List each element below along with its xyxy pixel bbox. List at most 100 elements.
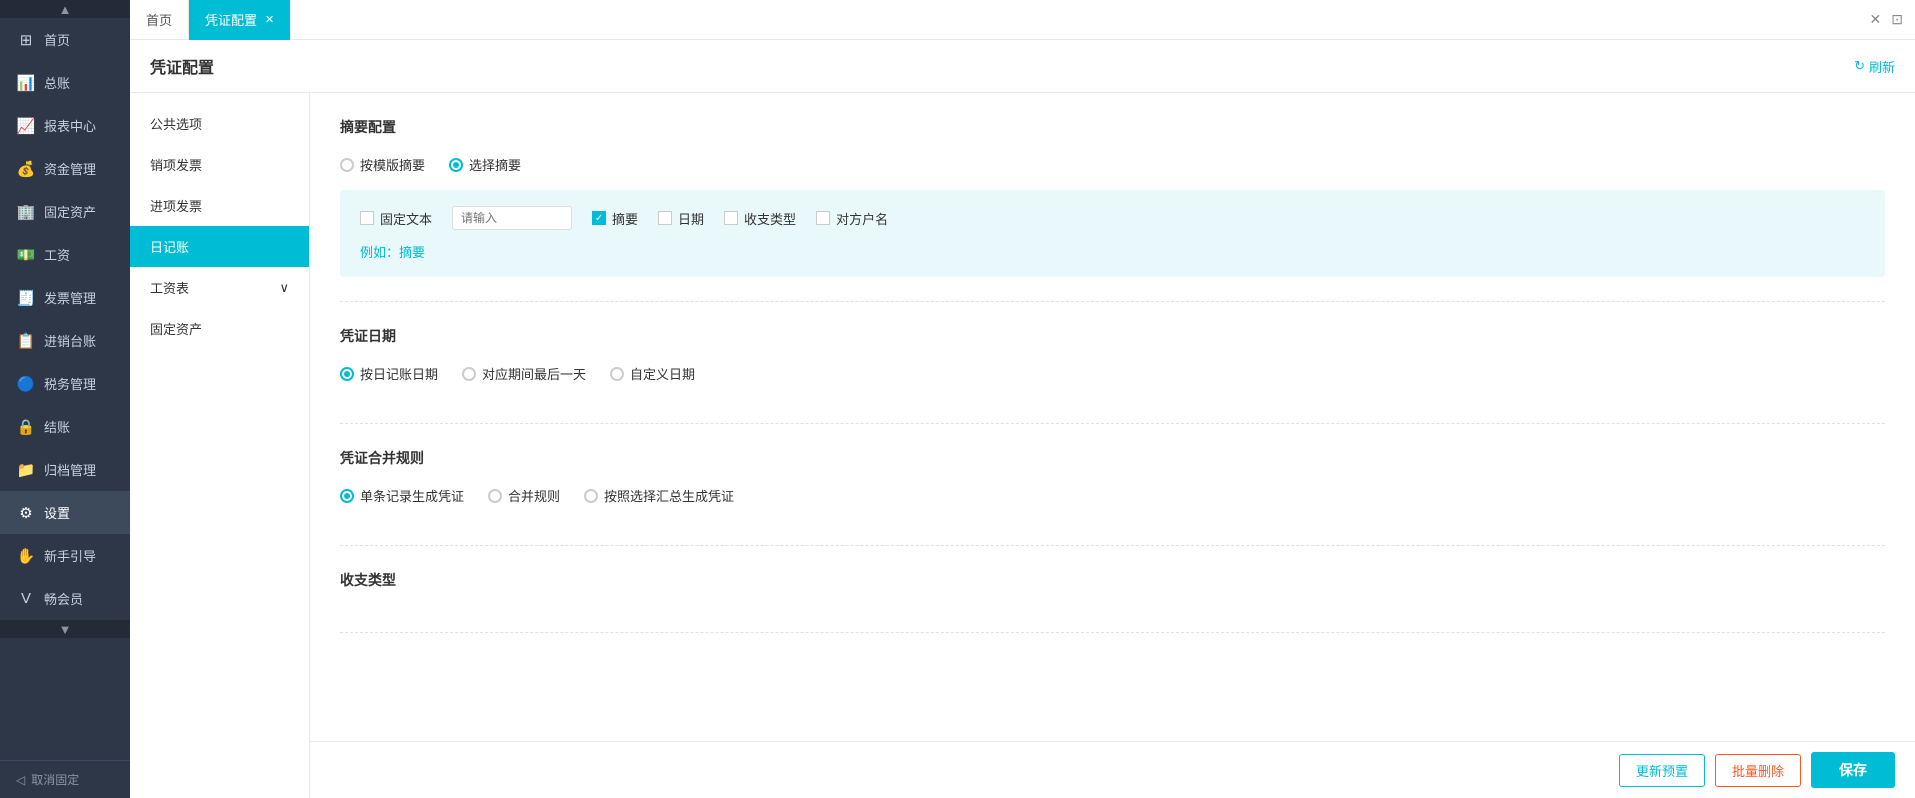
merge-radio-single[interactable]: 单条记录生成凭证 <box>340 486 464 505</box>
abstract-section-title: 摘要配置 <box>340 117 1885 137</box>
member-icon: V <box>16 590 36 607</box>
checkbox-income-type[interactable]: 收支类型 <box>724 209 796 228</box>
finance-icon: 💰 <box>16 160 36 178</box>
tab-home[interactable]: 首页 <box>130 0 189 40</box>
purchase-sales-icon: 📋 <box>16 332 36 350</box>
merge-radio-merge-rule[interactable]: 合并规则 <box>488 486 560 505</box>
abstract-radio-select[interactable]: 选择摘要 <box>449 155 521 174</box>
sidebar-item-member[interactable]: V 畅会员 <box>0 577 130 620</box>
sidebar-item-finance[interactable]: 💰 资金管理 <box>0 147 130 190</box>
sidebar-scroll-up[interactable]: ▲ <box>0 0 130 18</box>
batch-delete-button[interactable]: 批量删除 <box>1715 754 1801 787</box>
sidebar-item-invoice-mgmt[interactable]: 🧾 发票管理 <box>0 276 130 319</box>
left-nav-public[interactable]: 公共选项 <box>130 103 309 144</box>
sidebar-item-guide[interactable]: ✋ 新手引导 <box>0 534 130 577</box>
checkbox-counterpart[interactable]: 对方户名 <box>816 209 888 228</box>
counterpart-checkbox <box>816 211 830 225</box>
sidebar: ▲ ⊞ 首页 📊 总账 📈 报表中心 💰 资金管理 🏢 固定资产 💵 工资 🧾 … <box>0 0 130 798</box>
bottom-bar: 更新预置 批量删除 保存 <box>310 741 1915 798</box>
sidebar-item-tax[interactable]: 🔵 税务管理 <box>0 362 130 405</box>
page-title: 凭证配置 <box>150 54 214 78</box>
period-last-radio-circle <box>462 367 476 381</box>
close-accounts-icon: 🔒 <box>16 418 36 436</box>
update-preview-button[interactable]: 更新预置 <box>1619 754 1705 787</box>
tab-close-icon[interactable]: ✕ <box>265 13 274 26</box>
left-nav-sales-invoice[interactable]: 销项发票 <box>130 144 309 185</box>
sidebar-item-settings[interactable]: ⚙ 设置 <box>0 491 130 534</box>
checkbox-area: 固定文本 ✓ 摘要 日期 <box>340 190 1885 277</box>
abstract-radio-group: 按模版摘要 选择摘要 <box>340 155 1885 174</box>
fixed-text-checkbox <box>360 211 374 225</box>
refresh-icon: ↻ <box>1854 58 1865 74</box>
date-checkbox <box>658 211 672 225</box>
archive-icon: 📁 <box>16 461 36 479</box>
merge-radio-select-merge[interactable]: 按照选择汇总生成凭证 <box>584 486 734 505</box>
window-close-icon[interactable]: ✕ <box>1870 11 1882 28</box>
left-nav-fixed-assets[interactable]: 固定资产 <box>130 308 309 349</box>
salary-icon: 💵 <box>16 246 36 264</box>
abstract-checkbox: ✓ <box>592 211 606 225</box>
right-content-inner: 摘要配置 按模版摘要 选择摘要 <box>310 93 1915 741</box>
template-radio-circle <box>340 158 354 172</box>
main-area: 首页 凭证配置 ✕ ✕ ⊡ 凭证配置 ↻ 刷新 公共选项 <box>130 0 1915 798</box>
date-section-title: 凭证日期 <box>340 326 1885 346</box>
left-nav: 公共选项 销项发票 进项发票 日记账 工资表 ∨ 固定资产 <box>130 93 310 798</box>
select-merge-radio-circle <box>584 489 598 503</box>
left-nav-payroll[interactable]: 工资表 ∨ <box>130 267 309 308</box>
ledger-icon: 📊 <box>16 74 36 92</box>
left-nav-journal[interactable]: 日记账 <box>130 226 309 267</box>
tab-voucher-config[interactable]: 凭证配置 ✕ <box>189 0 291 40</box>
merge-rule-radio-circle <box>488 489 502 503</box>
window-maximize-icon[interactable]: ⊡ <box>1891 11 1903 28</box>
checkbox-abstract[interactable]: ✓ 摘要 <box>592 209 638 228</box>
checkbox-row: 固定文本 ✓ 摘要 日期 <box>360 206 1865 230</box>
sidebar-item-purchase-sales[interactable]: 📋 进销台账 <box>0 319 130 362</box>
date-radio-period-last[interactable]: 对应期间最后一天 <box>462 364 586 383</box>
example-text: 例如：摘要 <box>360 242 1865 261</box>
custom-date-radio-circle <box>610 367 624 381</box>
checkbox-fixed-text[interactable]: 固定文本 <box>360 209 432 228</box>
sidebar-item-close[interactable]: 🔒 结账 <box>0 405 130 448</box>
income-type-section: 收支类型 <box>340 570 1885 633</box>
left-nav-purchase-invoice[interactable]: 进项发票 <box>130 185 309 226</box>
sidebar-item-salary[interactable]: 💵 工资 <box>0 233 130 276</box>
right-content: 摘要配置 按模版摘要 选择摘要 <box>310 93 1915 798</box>
save-button[interactable]: 保存 <box>1811 752 1895 788</box>
merge-section-title: 凭证合并规则 <box>340 448 1885 468</box>
merge-radio-group: 单条记录生成凭证 合并规则 按照选择汇总生成凭证 <box>340 486 1885 505</box>
guide-icon: ✋ <box>16 547 36 565</box>
assets-icon: 🏢 <box>16 203 36 221</box>
chevron-down-icon: ∨ <box>279 280 289 296</box>
sidebar-item-ledger[interactable]: 📊 总账 <box>0 61 130 104</box>
sidebar-item-archive[interactable]: 📁 归档管理 <box>0 448 130 491</box>
abstract-config-section: 摘要配置 按模版摘要 选择摘要 <box>340 117 1885 302</box>
content-area: 公共选项 销项发票 进项发票 日记账 工资表 ∨ 固定资产 <box>130 93 1915 798</box>
sidebar-item-reports[interactable]: 📈 报表中心 <box>0 104 130 147</box>
select-radio-circle <box>449 158 463 172</box>
sidebar-item-assets[interactable]: 🏢 固定资产 <box>0 190 130 233</box>
pin-icon: ◁ <box>16 773 25 787</box>
checkbox-date[interactable]: 日期 <box>658 209 704 228</box>
unpin-button[interactable]: ◁ 取消固定 <box>0 760 130 798</box>
home-icon: ⊞ <box>16 31 36 49</box>
single-radio-circle <box>340 489 354 503</box>
merge-config-section: 凭证合并规则 单条记录生成凭证 合并规则 <box>340 448 1885 546</box>
sidebar-scroll-down[interactable]: ▼ <box>0 620 130 638</box>
date-radio-journal[interactable]: 按日记账日期 <box>340 364 438 383</box>
window-controls: ✕ ⊡ <box>1870 11 1915 28</box>
tab-bar: 首页 凭证配置 ✕ ✕ ⊡ <box>130 0 1915 40</box>
invoice-mgmt-icon: 🧾 <box>16 289 36 307</box>
refresh-button[interactable]: ↻ 刷新 <box>1854 57 1895 76</box>
fixed-text-input[interactable] <box>452 206 572 230</box>
settings-icon: ⚙ <box>16 504 36 522</box>
date-radio-custom[interactable]: 自定义日期 <box>610 364 695 383</box>
page-header: 凭证配置 ↻ 刷新 <box>130 40 1915 93</box>
abstract-radio-template[interactable]: 按模版摘要 <box>340 155 425 174</box>
content-wrapper: 凭证配置 ↻ 刷新 公共选项 销项发票 进项发票 日记账 <box>130 40 1915 798</box>
journal-date-radio-circle <box>340 367 354 381</box>
income-type-section-title: 收支类型 <box>340 570 1885 590</box>
date-radio-group: 按日记账日期 对应期间最后一天 自定义日期 <box>340 364 1885 383</box>
sidebar-item-home[interactable]: ⊞ 首页 <box>0 18 130 61</box>
income-type-checkbox <box>724 211 738 225</box>
tax-icon: 🔵 <box>16 375 36 393</box>
